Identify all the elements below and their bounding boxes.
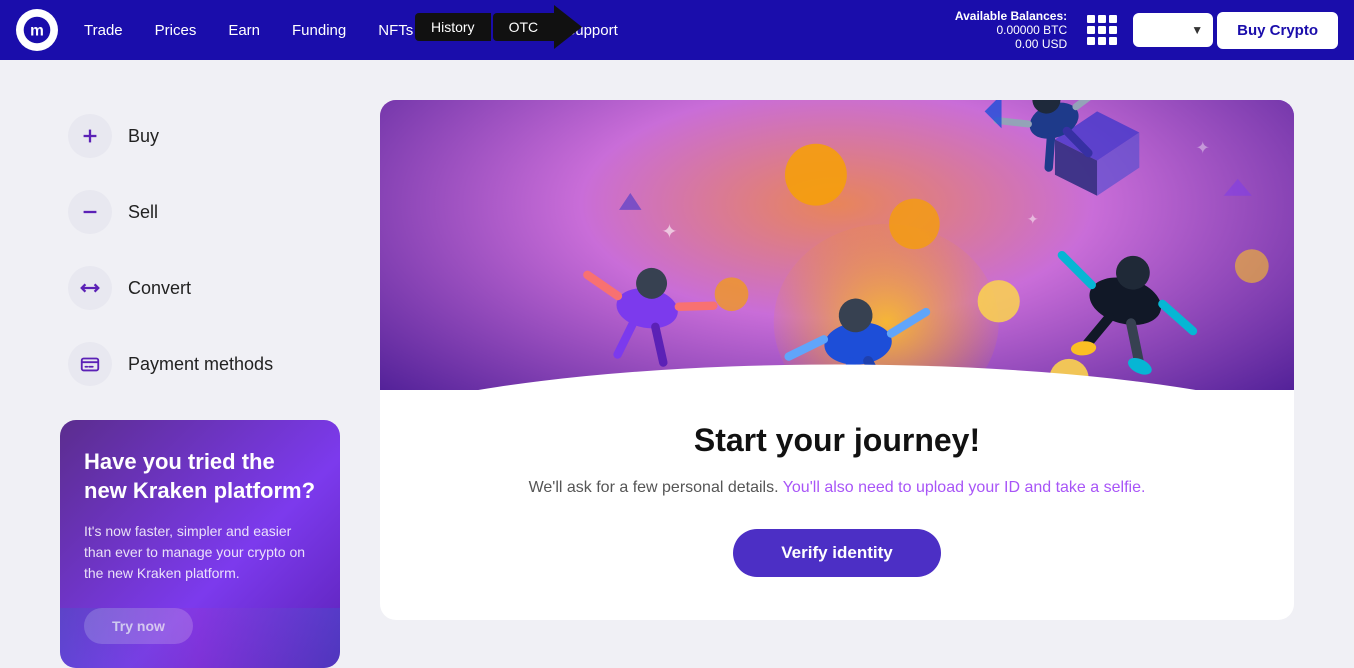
promo-description: It's now faster, simpler and easier than…	[84, 521, 316, 584]
svg-text:✦: ✦	[1196, 139, 1210, 158]
navbar: m Trade Prices Earn Funding NFTs History…	[0, 0, 1354, 60]
journey-description: We'll ask for a few personal details. Yo…	[420, 475, 1254, 501]
nav-earn[interactable]: Earn	[214, 14, 274, 47]
app-grid-icon[interactable]	[1087, 15, 1117, 45]
buy-label: Buy	[128, 126, 159, 147]
balances-title: Available Balances:	[955, 9, 1067, 23]
hero-illustration: ✦ ✦ ✦	[380, 100, 1294, 390]
payment-methods-label: Payment methods	[128, 354, 273, 375]
history-label[interactable]: History	[415, 13, 491, 41]
sidebar-item-buy[interactable]: Buy	[60, 100, 340, 172]
promo-title: Have you tried the new Kraken platform?	[84, 448, 316, 505]
convert-icon-circle	[68, 266, 112, 310]
account-selector-wrapper: ▼	[1133, 13, 1213, 47]
sidebar-item-payment-methods[interactable]: Payment methods	[60, 328, 340, 400]
main-text-section: Start your journey! We'll ask for a few …	[380, 390, 1294, 613]
journey-desc-plain: We'll ask for a few personal details.	[529, 479, 779, 496]
sell-icon-circle	[68, 190, 112, 234]
nav-trade[interactable]: Trade	[70, 14, 137, 47]
nav-prices[interactable]: Prices	[141, 14, 211, 47]
svg-text:m: m	[30, 22, 44, 39]
journey-desc-link: You'll also need to upload your ID and t…	[783, 479, 1146, 496]
available-balances: Available Balances: 0.00000 BTC 0.00 USD	[955, 9, 1067, 51]
verify-identity-button[interactable]: Verify identity	[733, 529, 940, 577]
journey-title: Start your journey!	[420, 422, 1254, 459]
sidebar-item-convert[interactable]: Convert	[60, 252, 340, 324]
buy-icon-circle	[68, 114, 112, 158]
history-otc-pointer: History OTC	[415, 5, 582, 49]
convert-label: Convert	[128, 278, 191, 299]
hero-svg: ✦ ✦ ✦	[380, 100, 1294, 390]
nav-funding[interactable]: Funding	[278, 14, 360, 47]
account-selector[interactable]	[1133, 13, 1213, 47]
kraken-logo[interactable]: m	[16, 9, 58, 51]
promo-decoration	[60, 608, 340, 668]
otc-label[interactable]: OTC	[493, 13, 555, 41]
pointer-arrow-icon	[554, 5, 582, 49]
promo-card: Have you tried the new Kraken platform? …	[60, 420, 340, 668]
sidebar: Buy Sell Convert	[60, 100, 340, 668]
usd-balance: 0.00 USD	[955, 37, 1067, 51]
main-panel: ✦ ✦ ✦ Start your journey! We'll ask for …	[380, 100, 1294, 620]
payment-icon-circle	[68, 342, 112, 386]
sell-label: Sell	[128, 202, 158, 223]
sidebar-item-sell[interactable]: Sell	[60, 176, 340, 248]
buy-crypto-button[interactable]: Buy Crypto	[1217, 12, 1338, 49]
svg-text:✦: ✦	[1027, 211, 1039, 227]
main-content: Buy Sell Convert	[0, 60, 1354, 668]
svg-text:✦: ✦	[661, 221, 677, 243]
btc-balance: 0.00000 BTC	[955, 23, 1067, 37]
